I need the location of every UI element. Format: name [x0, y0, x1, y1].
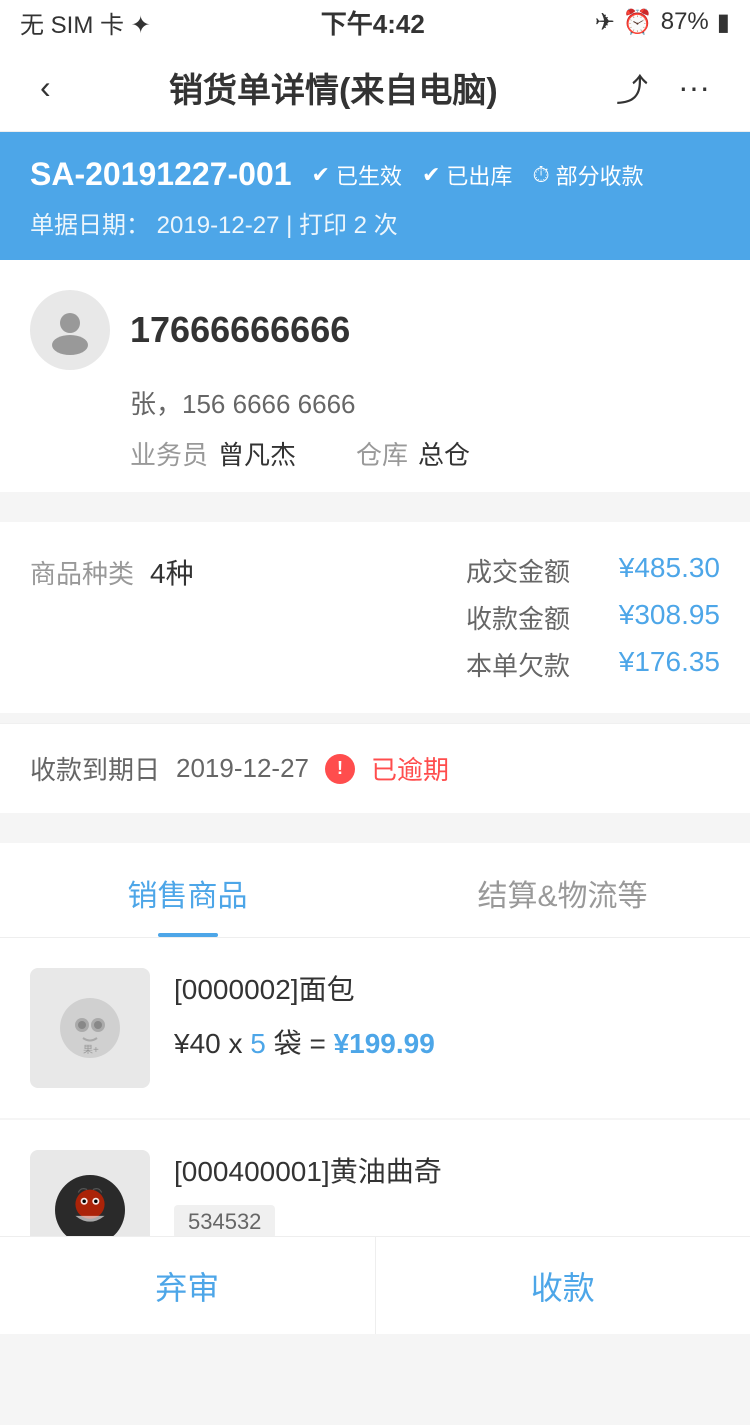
tab-settlement-label: 结算&物流等 — [477, 880, 647, 913]
stats-right: 成交金额 ¥485.30 收款金额 ¥308.95 本单欠款 ¥176.35 — [466, 552, 720, 683]
badge-partial-label: 部分收款 — [556, 159, 644, 191]
bottom-bar: 弃审 收款 — [0, 1236, 750, 1334]
badge-shipped: ✔ 已出库 — [422, 159, 512, 191]
badge-activated: ✔ 已生效 — [312, 159, 402, 191]
stats-grid: 商品种类 4种 成交金额 ¥485.30 收款金额 ¥308.95 本单欠款 ¥… — [30, 552, 720, 683]
price-eq-1: = — [309, 1028, 333, 1059]
banner-date-row: 单据日期： 2019-12-27 | 打印 2 次 — [30, 205, 720, 240]
banner-top-row: SA-20191227-001 ✔ 已生效 ✔ 已出库 ⏱ 部分收款 — [30, 156, 720, 193]
category-value: 4种 — [150, 552, 194, 592]
collect-button[interactable]: 收款 — [376, 1237, 750, 1334]
price-x-1: x — [229, 1028, 251, 1059]
product-thumbnail-1: 果+ — [30, 968, 150, 1088]
sim-status: 无 SIM 卡 ✦ — [20, 5, 151, 40]
product-price-1: ¥40 x 5 袋 = ¥199.99 — [174, 1022, 720, 1062]
owed-row: 本单欠款 ¥176.35 — [466, 646, 720, 683]
category-label: 商品种类 — [30, 554, 134, 591]
amount-value: ¥485.30 — [590, 552, 720, 589]
check-icon-2: ✔ — [422, 162, 440, 188]
overdue-text: 已逾期 — [371, 750, 449, 787]
amount-label: 成交金额 — [466, 552, 570, 589]
svg-text:果+: 果+ — [83, 1044, 99, 1056]
location-icon: ✈ — [595, 8, 615, 37]
status-bar: 无 SIM 卡 ✦ 下午4:42 ✈ ⏰ 87% ▮ — [0, 0, 750, 44]
owed-label: 本单欠款 — [466, 646, 570, 683]
status-right: ✈ ⏰ 87% ▮ — [595, 8, 730, 37]
order-id: SA-20191227-001 — [30, 156, 292, 193]
stats-section: 商品种类 4种 成交金额 ¥485.30 收款金额 ¥308.95 本单欠款 ¥… — [0, 522, 750, 713]
avatar — [30, 290, 110, 370]
sales-label: 业务员 — [130, 435, 208, 472]
price-unit-1: ¥40 — [174, 1028, 221, 1059]
check-icon-1: ✔ — [312, 162, 330, 188]
alarm-icon: ⏰ — [623, 8, 653, 37]
header-banner: SA-20191227-001 ✔ 已生效 ✔ 已出库 ⏱ 部分收款 单据日期：… — [0, 132, 750, 260]
badge-activated-label: 已生效 — [336, 159, 402, 191]
price-total-1: ¥199.99 — [334, 1028, 435, 1059]
tab-settlement[interactable]: 结算&物流等 — [375, 843, 750, 937]
received-value: ¥308.95 — [590, 599, 720, 636]
customer-name-info: 张，156 6666 6666 — [30, 384, 720, 421]
list-item: 果+ [0000002]面包 ¥40 x 5 袋 = ¥199.99 — [0, 938, 750, 1118]
warehouse-value: 总仓 — [418, 435, 470, 472]
product-name-1: [0000002]面包 — [174, 968, 720, 1008]
product-batch-2: 534532 — [174, 1205, 275, 1239]
battery-icon: ▮ — [717, 8, 730, 37]
warehouse-meta: 仓库 总仓 — [356, 435, 470, 472]
badge-shipped-label: 已出库 — [446, 159, 512, 191]
divider-1 — [0, 502, 750, 522]
share-button[interactable]: ⤴ — [606, 55, 658, 121]
tab-products[interactable]: 销售商品 — [0, 843, 375, 937]
sales-value: 曾凡杰 — [218, 435, 296, 472]
stats-left: 商品种类 4种 — [30, 552, 194, 592]
received-label: 收款金额 — [466, 599, 570, 636]
back-button[interactable]: ‹ — [30, 59, 61, 116]
status-time: 下午4:42 — [321, 4, 425, 41]
due-date-value: 2019-12-27 — [176, 753, 309, 784]
product-info-1: [0000002]面包 ¥40 x 5 袋 = ¥199.99 — [174, 968, 720, 1062]
date-label: 单据日期： — [30, 212, 150, 239]
battery-level: 87% — [661, 8, 709, 36]
customer-meta-row: 业务员 曾凡杰 仓库 总仓 — [30, 435, 720, 472]
due-section: 收款到期日 2019-12-27 ! 已逾期 — [0, 723, 750, 813]
due-label: 收款到期日 — [30, 750, 160, 787]
page-title: 销货单详情(来自电脑) — [169, 63, 498, 112]
customer-section: 17666666666 张，156 6666 6666 业务员 曾凡杰 仓库 总… — [0, 260, 750, 492]
status-left: 无 SIM 卡 ✦ — [20, 5, 151, 40]
print-info: | 打印 2 次 — [286, 212, 398, 239]
price-qty-1: 5 — [250, 1028, 266, 1059]
tab-products-label: 销售商品 — [128, 880, 248, 913]
overdue-icon: ! — [325, 754, 355, 784]
customer-phone: 17666666666 — [130, 309, 350, 351]
price-unit-label-1: 袋 — [274, 1028, 302, 1059]
nav-actions: ⤴ ··· — [606, 55, 720, 121]
received-row: 收款金额 ¥308.95 — [466, 599, 720, 636]
divider-2 — [0, 823, 750, 843]
nav-bar: ‹ 销货单详情(来自电脑) ⤴ ··· — [0, 44, 750, 132]
clock-icon: ⏱ — [532, 162, 549, 188]
product-name-2: [000400001]黄油曲奇 — [174, 1150, 720, 1190]
reject-button[interactable]: 弃审 — [0, 1237, 376, 1334]
tabs-section: 销售商品 结算&物流等 — [0, 843, 750, 938]
badge-partial: ⏱ 部分收款 — [532, 159, 643, 191]
customer-top: 17666666666 — [30, 290, 720, 370]
sales-meta: 业务员 曾凡杰 — [130, 435, 296, 472]
owed-value: ¥176.35 — [590, 646, 720, 683]
warehouse-label: 仓库 — [356, 435, 408, 472]
amount-row: 成交金额 ¥485.30 — [466, 552, 720, 589]
more-button[interactable]: ··· — [668, 59, 720, 116]
date-value: 2019-12-27 — [157, 212, 280, 239]
